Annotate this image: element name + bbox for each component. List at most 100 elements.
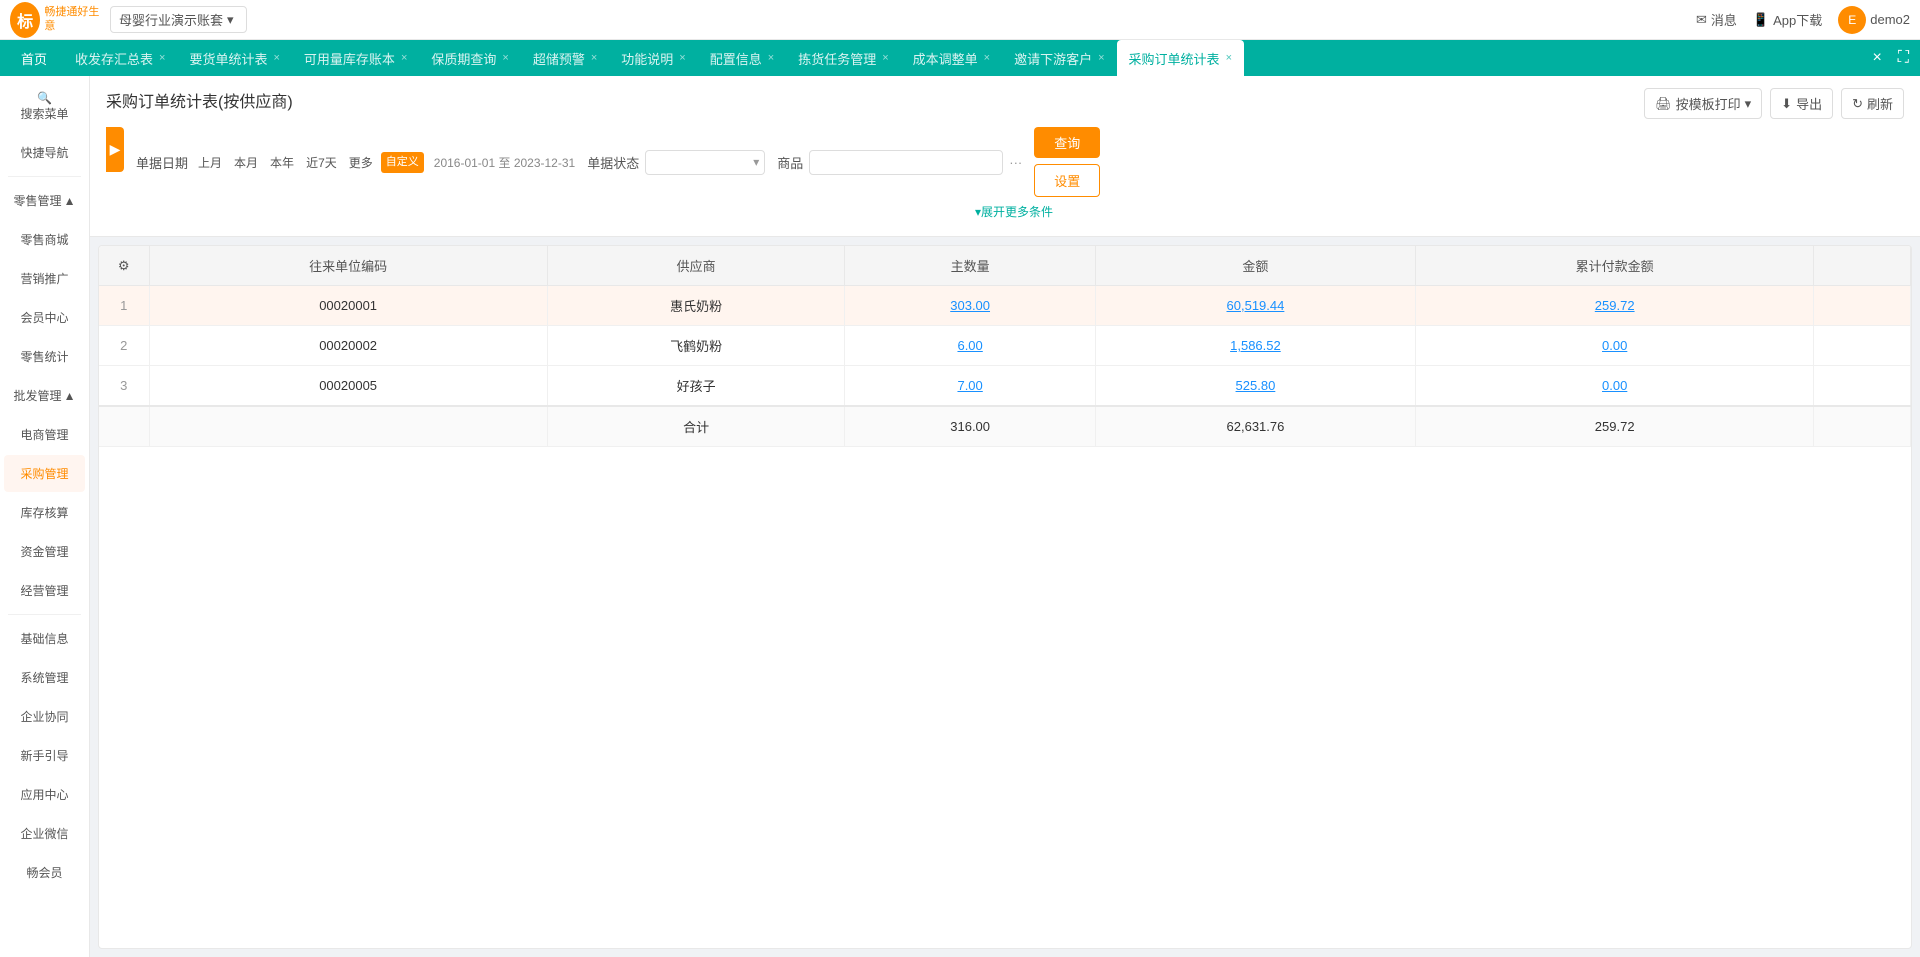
close-icon[interactable]: × [1098,52,1104,64]
nav-end-buttons: × ⛶ [1866,45,1915,71]
close-icon[interactable]: × [273,52,279,64]
sidebar-item-kucun[interactable]: 库存核算 [4,494,85,531]
sidebar-item-yingyong[interactable]: 应用中心 [4,776,85,813]
sidebar-item-jingying[interactable]: 经营管理 [4,572,85,609]
row-extra [1814,286,1911,326]
date-last-month[interactable]: 上月 [194,152,226,173]
chevron-down-icon: ▲ [64,389,76,403]
goods-input[interactable] [809,150,1003,175]
industry-selector[interactable]: 母婴行业演示账套 ▾ [110,6,247,33]
status-filter-group: 单据状态 [587,150,765,175]
tab-home[interactable]: 首页 [5,40,63,76]
logo-icon: 标 [10,2,40,38]
user-area[interactable]: E demo2 [1838,6,1910,34]
tab-gongneng[interactable]: 功能说明 × [609,40,697,76]
amount-link[interactable]: 1,586.52 [1230,338,1281,353]
tab-peizhi[interactable]: 配置信息 × [698,40,786,76]
date-this-year[interactable]: 本年 [266,152,298,173]
col-settings[interactable]: ⚙ [99,246,149,286]
close-icon[interactable]: × [401,52,407,64]
close-icon[interactable]: × [591,52,597,64]
date-shortcuts: 上月 本月 本年 近7天 更多 自定义 [194,152,424,173]
sidebar-item-jichu[interactable]: 基础信息 [4,620,85,657]
tab-kuyucun[interactable]: 可用量库存账本 × [292,40,419,76]
footer-extra [1814,406,1911,447]
sidebar-item-yingxiao[interactable]: 营销推广 [4,260,85,297]
chevron-down-icon: ▾ [1745,96,1752,112]
tab-tuohuo[interactable]: 拣货任务管理 × [786,40,900,76]
qty-link[interactable]: 6.00 [957,338,982,353]
sidebar-item-search[interactable]: 🔍 搜索菜单 [4,81,85,132]
settings-icon[interactable]: ⚙ [118,258,130,273]
tab-chenben[interactable]: 成本调整单 × [901,40,1002,76]
qty-link[interactable]: 303.00 [950,298,990,313]
col-extra [1814,246,1911,286]
close-icon[interactable]: × [768,52,774,64]
tab-baozhiqi[interactable]: 保质期查询 × [419,40,520,76]
sidebar-item-xitong[interactable]: 系统管理 [4,659,85,696]
sidebar-item-dianshang[interactable]: 电商管理 [4,416,85,453]
paid-link[interactable]: 259.72 [1595,298,1635,313]
amount-link[interactable]: 525.80 [1236,378,1276,393]
close-icon[interactable]: × [1226,52,1232,64]
tab-yaoqing[interactable]: 邀请下游客户 × [1002,40,1116,76]
template-print-button[interactable]: 🖨 按模板打印 ▾ [1644,88,1762,119]
sidebar-item-xinshou[interactable]: 新手引导 [4,737,85,774]
sidebar-item-huiyuan[interactable]: 会员中心 [4,299,85,336]
paid-link[interactable]: 0.00 [1602,338,1627,353]
toggle-collapse-button[interactable]: ▶ [106,127,124,172]
status-select[interactable] [645,150,765,175]
sidebar-item-lingshou[interactable]: 零售管理▲ [4,182,85,219]
sidebar-item-changhui[interactable]: 畅会员 [4,854,85,891]
close-icon[interactable]: × [984,52,990,64]
main-layout: 🔍 搜索菜单 快捷导航 零售管理▲ 零售商城 营销推广 会员中心 零售统计 批发… [0,76,1920,957]
tab-caigou[interactable]: 采购订单统计表 × [1117,40,1244,76]
sidebar-item-qiye[interactable]: 企业协同 [4,698,85,735]
amount-link[interactable]: 60,519.44 [1227,298,1285,313]
row-paid: 0.00 [1416,326,1814,366]
sidebar-item-caigou[interactable]: 采购管理 [4,455,85,492]
row-code: 00020002 [149,326,547,366]
sidebar-item-lingshoutongji[interactable]: 零售统计 [4,338,85,375]
filter-content: 单据日期 上月 本月 本年 近7天 更多 自定义 2016-01-01 至 20… [124,127,1904,236]
sidebar-item-zijin[interactable]: 资金管理 [4,533,85,570]
app-download-btn[interactable]: 📱 App下载 [1753,10,1822,29]
close-icon[interactable]: × [679,52,685,64]
refresh-button[interactable]: ↻ 刷新 [1841,88,1904,119]
sidebar-item-pifa[interactable]: 批发管理▲ [4,377,85,414]
tab-yaohuo[interactable]: 要货单统计表 × [177,40,291,76]
query-button[interactable]: 查询 [1034,127,1100,158]
date-this-month[interactable]: 本月 [230,152,262,173]
sidebar-item-qiyeweixin[interactable]: 企业微信 [4,815,85,852]
tab-chaochuyujing[interactable]: 超储预警 × [521,40,609,76]
sidebar-item-kuaijie[interactable]: 快捷导航 [4,134,85,171]
nav-close-btn[interactable]: × [1866,45,1887,71]
export-button[interactable]: ⬇ 导出 [1770,88,1833,119]
expand-more-btn[interactable]: ▾ 展开更多条件 [136,197,1892,226]
message-btn[interactable]: ✉ 消息 [1696,10,1737,29]
chevron-down-icon: ▲ [64,194,76,208]
more-icon[interactable]: ··· [1009,155,1022,170]
close-icon[interactable]: × [502,52,508,64]
date-custom-badge[interactable]: 自定义 [381,152,424,173]
tab-shoufayuhui[interactable]: 收发存汇总表 × [63,40,177,76]
sidebar-item-lingshoushangcheng[interactable]: 零售商城 [4,221,85,258]
date-filter-group: 单据日期 上月 本月 本年 近7天 更多 自定义 2016-01-01 至 20… [136,152,575,173]
query-buttons: 查询 设置 [1034,127,1100,197]
goods-label: 商品 [777,153,803,172]
nav-tabs: 首页 收发存汇总表 × 要货单统计表 × 可用量库存账本 × 保质期查询 × 超… [0,40,1920,76]
close-icon[interactable]: × [882,52,888,64]
date-more[interactable]: 更多 [345,152,377,173]
close-icon[interactable]: × [159,52,165,64]
paid-link[interactable]: 0.00 [1602,378,1627,393]
filter-panel: ▶ 单据日期 上月 本月 本年 近7天 更多 自定义 [106,127,1904,236]
table-container: ⚙ 往来单位编码 供应商 主数量 金额 累计付款金额 1 00020001 惠氏… [98,245,1912,949]
qty-link[interactable]: 7.00 [957,378,982,393]
nav-expand-btn[interactable]: ⛶ [1892,45,1915,71]
row-extra [1814,326,1911,366]
date-7days[interactable]: 近7天 [302,152,341,173]
settings-button[interactable]: 设置 [1034,164,1100,197]
table-header: ⚙ 往来单位编码 供应商 主数量 金额 累计付款金额 [99,246,1911,286]
table-row: 3 00020005 好孩子 7.00 525.80 0.00 [99,366,1911,407]
row-qty: 6.00 [845,326,1095,366]
